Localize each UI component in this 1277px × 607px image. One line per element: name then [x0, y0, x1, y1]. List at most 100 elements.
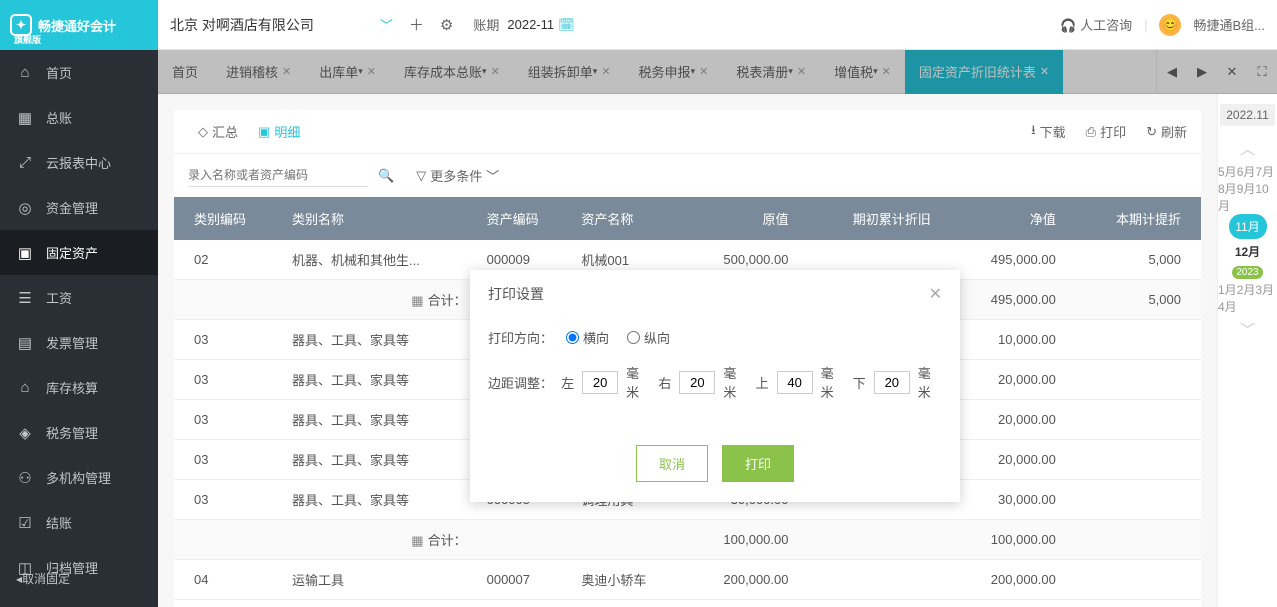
column-header[interactable]: 资产名称	[571, 197, 683, 240]
sidebar-label: 资金管理	[46, 198, 98, 217]
column-header[interactable]: 资产编码	[477, 197, 572, 240]
logo-sub: 旗舰版	[14, 33, 41, 46]
sidebar-label: 云报表中心	[46, 153, 111, 172]
column-header[interactable]: 类别名称	[282, 197, 477, 240]
year-badge: 2023	[1232, 266, 1262, 279]
funnel-icon: ▽	[416, 168, 426, 184]
sidebar-icon: ▣	[16, 244, 34, 262]
logo: ✦ 畅捷通好会计 旗舰版	[0, 0, 158, 50]
month-item[interactable]: 3月	[1255, 279, 1274, 301]
radio-horizontal[interactable]: 横向	[566, 328, 609, 347]
radio-vertical[interactable]: 纵向	[627, 328, 670, 347]
sidebar-item[interactable]: ☑ 结账	[0, 500, 158, 545]
sidebar-label: 工资	[46, 288, 72, 307]
add-icon[interactable]: ＋	[409, 14, 424, 35]
period-label: 账期	[473, 15, 499, 34]
logo-text: 畅捷通好会计	[38, 16, 116, 35]
margin-left-input[interactable]	[582, 371, 618, 394]
user-name[interactable]: 畅捷通B组...	[1193, 15, 1265, 34]
period-value[interactable]: 2022-11	[507, 17, 554, 32]
search-input[interactable]	[188, 164, 368, 187]
refresh-button[interactable]: ↻ 刷新	[1146, 121, 1187, 143]
sidebar-item[interactable]: ☰ 工资	[0, 275, 158, 320]
sidebar-label: 固定资产	[46, 243, 98, 262]
sidebar-item[interactable]: ⤢ 云报表中心	[0, 140, 158, 185]
sidebar-icon: ⚇	[16, 469, 34, 487]
search-icon[interactable]: 🔍	[378, 168, 394, 184]
settings-icon[interactable]: ⚙	[440, 16, 453, 34]
topbar: 北京 对啊酒店有限公司 ﹀ ＋ ⚙ 账期 2022-11 🗓 🎧 人工咨询 | …	[158, 0, 1277, 50]
month-item[interactable]: 2月	[1237, 279, 1256, 301]
sidebar-icon: ⌂	[16, 379, 34, 396]
print-settings-modal: 打印设置 ✕ 打印方向： 横向 纵向 边距调整： 左 毫米 右 毫米 上 毫米 …	[470, 270, 960, 502]
sidebar-icon: ⤢	[16, 154, 34, 171]
year-prev-icon[interactable]: ︿	[1240, 138, 1255, 159]
filter-row: 🔍 ▽ 更多条件 ﹀	[174, 154, 1201, 197]
detail-icon: ▣	[258, 124, 270, 140]
sidebar-item[interactable]: ▦ 总账	[0, 95, 158, 140]
column-header[interactable]: 原值	[683, 197, 808, 240]
sidebar-icon: ▦	[16, 109, 34, 127]
direction-label: 打印方向：	[488, 328, 558, 347]
subtotal-icon: ▦	[411, 293, 423, 308]
column-header[interactable]: 期初累计折旧	[809, 197, 951, 240]
sidebar-item[interactable]: ⚇ 多机构管理	[0, 455, 158, 500]
margin-top-input[interactable]	[777, 371, 813, 394]
subheader: ◇ 汇总 ▣ 明细 ⭳ 下载 ⎙ 打印 ↻ 刷新	[174, 110, 1201, 154]
year-panel: 2022.11 ︿ 5月6月7月8月9月10月 11月 12月 2023 1月2…	[1217, 94, 1277, 607]
month-item[interactable]: 9月	[1237, 178, 1256, 200]
sidebar-label: 税务管理	[46, 423, 98, 442]
sidebar-icon: ⌂	[16, 64, 34, 81]
download-button[interactable]: ⭳ 下载	[1031, 121, 1066, 143]
margin-right-input[interactable]	[679, 371, 715, 394]
subtab-detail[interactable]: ▣ 明细	[248, 110, 310, 154]
column-header[interactable]: 类别编码	[174, 197, 282, 240]
sidebar-item[interactable]: ◈ 税务管理	[0, 410, 158, 455]
sidebar-item[interactable]: ⌂ 首页	[0, 50, 158, 95]
sidebar-label: 首页	[46, 63, 72, 82]
sidebar: ✦ 畅捷通好会计 旗舰版 ⌂ 首页 ▦ 总账 ⤢ 云报表中心 ◎ 资金管理 ▣ 固定资产 ☰ 工资 ▤ 发…	[0, 0, 158, 607]
more-filters[interactable]: ▽ 更多条件 ﹀	[416, 166, 499, 185]
sidebar-label: 多机构管理	[46, 468, 111, 487]
subtotal-icon: ▦	[411, 533, 423, 548]
margin-label: 边距调整：	[488, 373, 553, 392]
month-current[interactable]: 11月	[1229, 214, 1267, 239]
sidebar-label: 结账	[46, 513, 72, 532]
print-button[interactable]: ⎙ 打印	[1086, 121, 1126, 143]
year-next-icon[interactable]: ﹀	[1240, 319, 1255, 340]
divider: |	[1144, 17, 1147, 32]
sidebar-label: 总账	[46, 108, 72, 127]
sidebar-item[interactable]: ⌂ 库存核算	[0, 365, 158, 410]
close-icon[interactable]: ✕	[929, 284, 942, 304]
sidebar-unpin[interactable]: ◂取消固定	[0, 560, 158, 597]
column-header[interactable]: 本期计提折	[1076, 197, 1201, 240]
sidebar-icon: ▤	[16, 334, 34, 352]
month-item[interactable]: 12月	[1218, 239, 1277, 264]
table-row[interactable]: 04运输工具000007奥迪小轿车200,000.00200,000.00	[174, 560, 1201, 600]
sidebar-label: 库存核算	[46, 378, 98, 397]
cancel-button[interactable]: 取消	[636, 445, 708, 482]
sidebar-item[interactable]: ▣ 固定资产	[0, 230, 158, 275]
sidebar-item[interactable]: ◎ 资金管理	[0, 185, 158, 230]
company-chevron-icon[interactable]: ﹀	[380, 15, 393, 34]
year-title[interactable]: 2022.11	[1220, 104, 1275, 126]
avatar-icon[interactable]: 😊	[1159, 14, 1181, 36]
sidebar-label: 发票管理	[46, 333, 98, 352]
table-row[interactable]: ▦合计：100,000.00100,000.00	[174, 520, 1201, 560]
summary-icon: ◇	[198, 124, 208, 140]
subtab-summary[interactable]: ◇ 汇总	[188, 110, 248, 154]
sidebar-icon: ◈	[16, 424, 34, 442]
sidebar-icon: ☰	[16, 289, 34, 307]
sidebar-icon: ☑	[16, 514, 34, 532]
sidebar-item[interactable]: ▤ 发票管理	[0, 320, 158, 365]
sidebar-icon: ◎	[16, 199, 34, 217]
calendar-icon[interactable]: 🗓	[558, 17, 575, 33]
print-confirm-button[interactable]: 打印	[722, 445, 794, 482]
margin-bottom-input[interactable]	[874, 371, 910, 394]
column-header[interactable]: 净值	[951, 197, 1076, 240]
company-name[interactable]: 北京 对啊酒店有限公司	[170, 15, 314, 35]
modal-title: 打印设置	[488, 284, 544, 304]
support-link[interactable]: 🎧 人工咨询	[1060, 15, 1132, 34]
month-item[interactable]: 4月	[1218, 296, 1237, 318]
chevron-down-icon: ﹀	[486, 166, 499, 185]
